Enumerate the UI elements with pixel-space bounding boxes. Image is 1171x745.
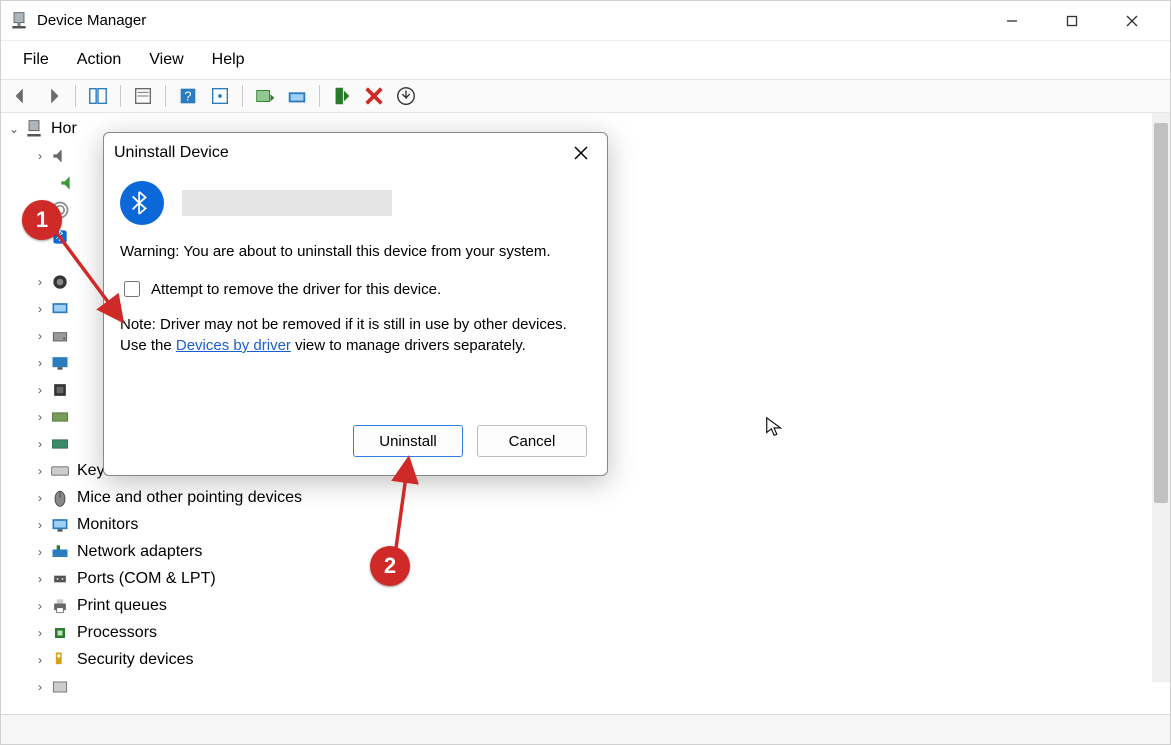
tree-label: Mice and other pointing devices <box>77 489 302 507</box>
show-hide-tree-button[interactable] <box>84 83 112 109</box>
menu-action[interactable]: Action <box>63 45 135 75</box>
collapse-icon[interactable] <box>31 329 49 343</box>
vertical-scrollbar[interactable] <box>1152 113 1170 682</box>
hid-icon <box>49 406 71 428</box>
imaging-icon <box>49 433 71 455</box>
device-name-redacted <box>182 190 392 216</box>
collapse-icon[interactable] <box>31 356 49 370</box>
uninstall-button[interactable]: Uninstall <box>353 425 463 457</box>
collapse-icon[interactable] <box>31 437 49 451</box>
warning-text: Warning: You are about to uninstall this… <box>120 243 591 260</box>
processor-icon <box>49 622 71 644</box>
close-button[interactable] <box>1102 1 1162 41</box>
tree-node-mice[interactable]: Mice and other pointing devices <box>5 484 1166 511</box>
note-text: Note: Driver may not be removed if it is… <box>120 314 591 356</box>
tree-label: Processors <box>77 624 157 642</box>
collapse-icon[interactable] <box>31 275 49 289</box>
toolbar: ? <box>1 79 1170 113</box>
remove-driver-row[interactable]: Attempt to remove the driver for this de… <box>120 278 591 300</box>
help-button[interactable]: ? <box>174 83 202 109</box>
annotation-arrow-2 <box>386 456 426 556</box>
tree-label: Network adapters <box>77 543 202 561</box>
collapse-icon[interactable] <box>31 572 49 586</box>
menubar: File Action View Help <box>1 41 1170 79</box>
keyboard-icon <box>49 460 71 482</box>
properties-button[interactable] <box>129 83 157 109</box>
collapse-icon[interactable] <box>31 545 49 559</box>
scan-hardware-button[interactable] <box>283 83 311 109</box>
tree-node-security[interactable]: Security devices <box>5 646 1166 673</box>
scan-button-1[interactable] <box>206 83 234 109</box>
collapse-icon[interactable] <box>31 149 49 163</box>
tree-node-ports[interactable]: Ports (COM & LPT) <box>5 565 1166 592</box>
tree-node-print-queues[interactable]: Print queues <box>5 592 1166 619</box>
menu-file[interactable]: File <box>9 45 63 75</box>
window-title: Device Manager <box>37 12 146 29</box>
tree-label: Monitors <box>77 516 138 534</box>
nav-forward-button[interactable] <box>39 83 67 109</box>
collapse-icon[interactable] <box>31 410 49 424</box>
svg-text:?: ? <box>184 89 191 104</box>
maximize-button[interactable] <box>1042 1 1102 41</box>
software-icon <box>49 676 71 698</box>
display-adapter-icon <box>49 352 71 374</box>
tree-node-monitors[interactable]: Monitors <box>5 511 1166 538</box>
window-buttons <box>982 1 1162 41</box>
collapse-icon[interactable] <box>31 599 49 613</box>
bluetooth-icon <box>120 181 164 225</box>
remove-driver-label: Attempt to remove the driver for this de… <box>151 281 441 298</box>
audio-icon <box>49 145 71 167</box>
tree-label: Print queues <box>77 597 167 615</box>
tree-label: Security devices <box>77 651 194 669</box>
devices-by-driver-link[interactable]: Devices by driver <box>176 337 291 354</box>
tree-node-network[interactable]: Network adapters <box>5 538 1166 565</box>
enable-device-button[interactable] <box>328 83 356 109</box>
expand-icon[interactable] <box>5 122 23 136</box>
scrollbar-thumb[interactable] <box>1154 123 1168 503</box>
note-suffix: view to manage drivers separately. <box>291 337 526 354</box>
security-icon <box>49 649 71 671</box>
minimize-button[interactable] <box>982 1 1042 41</box>
collapse-icon[interactable] <box>31 680 49 694</box>
network-icon <box>49 541 71 563</box>
firmware-icon <box>49 379 71 401</box>
dialog-buttons: Uninstall Cancel <box>104 411 607 475</box>
printer-icon <box>49 595 71 617</box>
collapse-icon[interactable] <box>31 653 49 667</box>
menu-help[interactable]: Help <box>198 45 259 75</box>
dialog-body: Warning: You are about to uninstall this… <box>104 173 607 356</box>
cancel-button[interactable]: Cancel <box>477 425 587 457</box>
tree-node-processors[interactable]: Processors <box>5 619 1166 646</box>
dialog-title: Uninstall Device <box>114 144 229 162</box>
annotation-arrow-1 <box>48 224 138 334</box>
dialog-titlebar: Uninstall Device <box>104 133 607 173</box>
mouse-icon <box>49 487 71 509</box>
collapse-icon[interactable] <box>31 464 49 478</box>
titlebar: Device Manager <box>1 1 1170 41</box>
monitor-icon <box>49 514 71 536</box>
tree-root-label: Hor <box>51 120 77 138</box>
collapse-icon[interactable] <box>31 302 49 316</box>
collapse-icon[interactable] <box>31 518 49 532</box>
collapse-icon[interactable] <box>31 383 49 397</box>
uninstall-device-dialog: Uninstall Device Warning: You are about … <box>103 132 608 476</box>
statusbar <box>1 714 1170 744</box>
computer-icon <box>23 118 45 140</box>
nav-back-button[interactable] <box>7 83 35 109</box>
collapse-icon[interactable] <box>31 491 49 505</box>
uninstall-device-button[interactable] <box>360 83 388 109</box>
scan-changes-button[interactable] <box>392 83 420 109</box>
menu-view[interactable]: View <box>135 45 197 75</box>
collapse-icon[interactable] <box>31 626 49 640</box>
update-driver-button[interactable] <box>251 83 279 109</box>
device-manager-icon <box>9 11 29 31</box>
dialog-close-button[interactable] <box>565 137 597 169</box>
mouse-cursor-icon <box>764 416 786 441</box>
speaker-icon <box>57 172 79 194</box>
ports-icon <box>49 568 71 590</box>
tree-label: Ports (COM & LPT) <box>77 570 216 588</box>
